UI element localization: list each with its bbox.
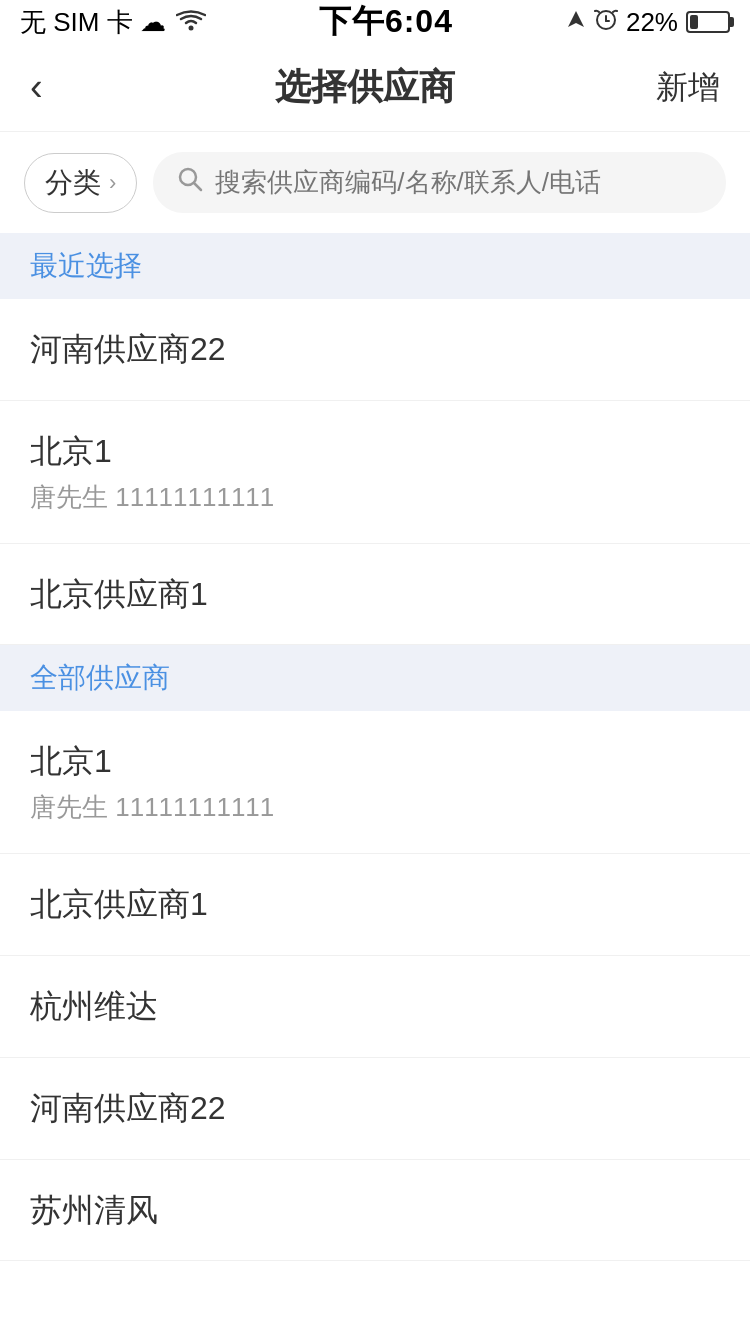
- item-sub: 唐先生 11111111111: [30, 480, 720, 515]
- all-list: 北京1 唐先生 11111111111 北京供应商1 杭州维达 河南供应商22 …: [0, 711, 750, 1261]
- list-item[interactable]: 河南供应商22: [0, 299, 750, 401]
- category-button[interactable]: 分类 ›: [24, 153, 137, 213]
- svg-point-0: [188, 25, 193, 30]
- recent-section-header: 最近选择: [0, 233, 750, 299]
- recent-list: 河南供应商22 北京1 唐先生 11111111111 北京供应商1: [0, 299, 750, 645]
- list-item[interactable]: 杭州维达: [0, 956, 750, 1058]
- location-icon: [566, 7, 586, 38]
- status-bar: 无 SIM 卡 ☁ 下午6:04: [0, 0, 750, 44]
- item-name: 北京1: [30, 739, 720, 784]
- battery-percentage: 22%: [626, 7, 678, 38]
- item-name: 河南供应商22: [30, 327, 720, 372]
- item-name: 北京供应商1: [30, 572, 720, 617]
- svg-line-5: [194, 183, 201, 190]
- status-time: 下午6:04: [319, 0, 453, 44]
- recent-section-label: 最近选择: [30, 250, 142, 281]
- list-item[interactable]: 河南供应商22: [0, 1058, 750, 1160]
- nav-bar: ‹ 选择供应商 新增: [0, 44, 750, 132]
- category-label: 分类: [45, 164, 101, 202]
- list-item[interactable]: 北京1 唐先生 11111111111: [0, 401, 750, 544]
- status-left: 无 SIM 卡 ☁: [20, 5, 206, 40]
- list-item[interactable]: 北京供应商1: [0, 854, 750, 956]
- item-name: 北京1: [30, 429, 720, 474]
- item-name: 杭州维达: [30, 984, 720, 1029]
- search-icon: [177, 166, 203, 199]
- list-item[interactable]: 苏州清风: [0, 1160, 750, 1262]
- list-item[interactable]: 北京供应商1: [0, 544, 750, 646]
- all-section-header: 全部供应商: [0, 645, 750, 711]
- battery-icon: [686, 11, 730, 33]
- add-button[interactable]: 新增: [640, 66, 720, 110]
- list-item[interactable]: 北京1 唐先生 11111111111: [0, 711, 750, 854]
- status-right: 22%: [566, 7, 730, 38]
- back-button[interactable]: ‹: [30, 66, 90, 109]
- item-name: 苏州清风: [30, 1188, 720, 1233]
- search-box[interactable]: [153, 152, 726, 213]
- item-sub: 唐先生 11111111111: [30, 790, 720, 825]
- item-name: 河南供应商22: [30, 1086, 720, 1131]
- search-input[interactable]: [215, 167, 702, 198]
- wifi-icon: [176, 7, 206, 38]
- filter-bar: 分类 ›: [0, 132, 750, 233]
- sim-status: 无 SIM 卡 ☁: [20, 5, 166, 40]
- page-title: 选择供应商: [90, 63, 640, 112]
- all-section-label: 全部供应商: [30, 662, 170, 693]
- alarm-icon: [594, 7, 618, 38]
- item-name: 北京供应商1: [30, 882, 720, 927]
- chevron-right-icon: ›: [109, 170, 116, 196]
